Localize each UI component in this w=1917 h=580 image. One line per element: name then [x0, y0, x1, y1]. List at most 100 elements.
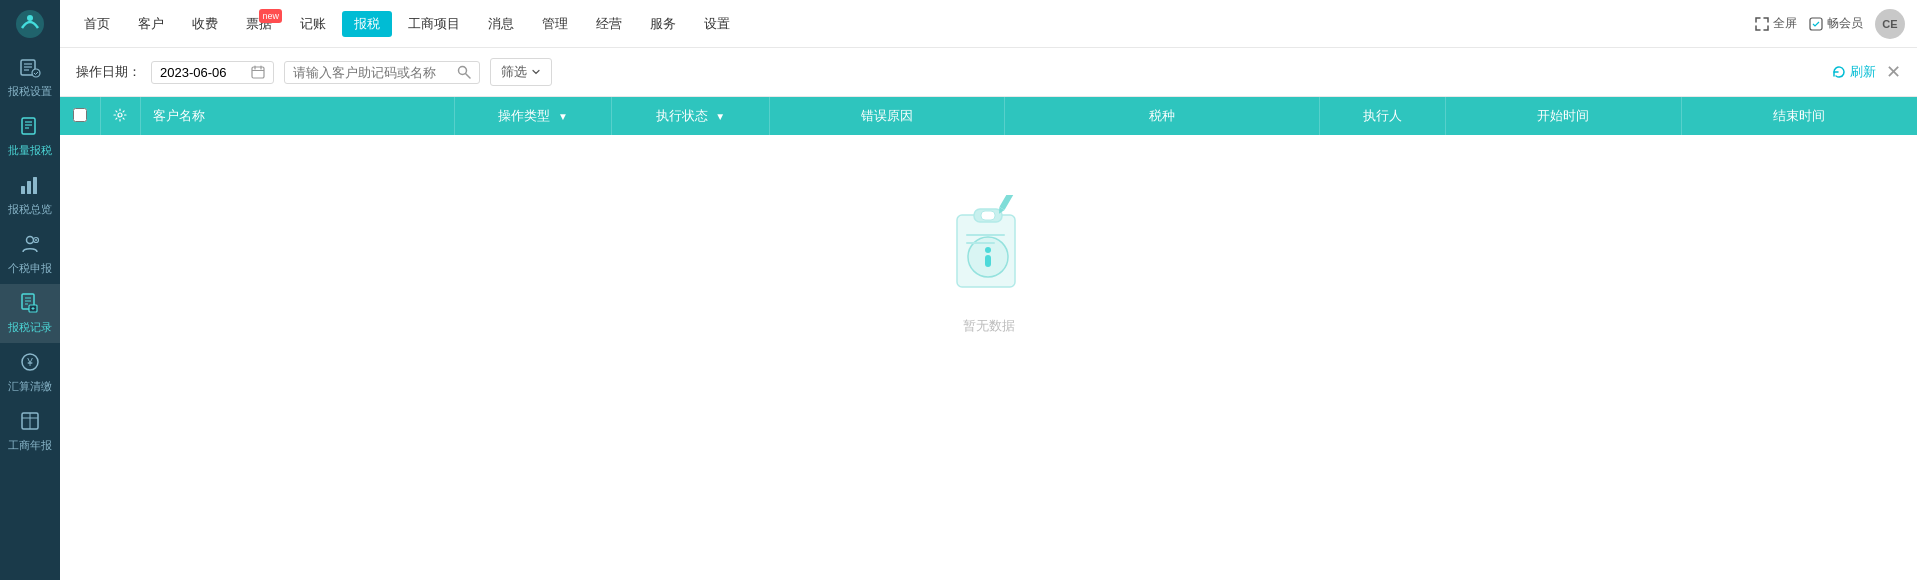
search-input[interactable]: [293, 65, 453, 80]
svg-rect-40: [981, 211, 995, 220]
th-end-time: 结束时间: [1681, 97, 1917, 135]
close-button[interactable]: ✕: [1886, 63, 1901, 81]
th-tax-type: 税种: [1005, 97, 1320, 135]
nav-billing[interactable]: 收费: [180, 11, 230, 37]
th-exec-status[interactable]: 执行状态 ▼: [612, 97, 769, 135]
svg-point-6: [32, 69, 40, 77]
svg-rect-31: [252, 67, 264, 78]
search-box[interactable]: [284, 61, 480, 84]
svg-rect-11: [21, 186, 25, 194]
nav-business[interactable]: 工商项目: [396, 11, 472, 37]
table-body: 暂无数据: [60, 135, 1917, 375]
sidebar-item-tax-records[interactable]: 报税记录: [0, 284, 60, 343]
nav-tax[interactable]: 报税: [342, 11, 392, 37]
tax-records-icon: [19, 292, 41, 317]
svg-line-36: [466, 74, 471, 79]
th-settings: [100, 97, 140, 135]
member-button[interactable]: 畅会员: [1809, 15, 1863, 32]
date-label: 操作日期：: [76, 63, 141, 81]
annual-report-icon: [19, 410, 41, 435]
nav-settings[interactable]: 设置: [692, 11, 742, 37]
th-error-reason: 错误原因: [769, 97, 1005, 135]
sidebar-item-label: 报税设置: [8, 84, 52, 99]
sidebar-item-label: 工商年报: [8, 438, 52, 453]
sidebar-item-label: 汇算清缴: [8, 379, 52, 394]
personal-tax-icon: [19, 233, 41, 258]
empty-cell: 暂无数据: [60, 135, 1917, 375]
svg-rect-30: [1810, 18, 1822, 30]
sidebar-item-label: 个税申报: [8, 261, 52, 276]
toolbar: 操作日期： 筛选: [60, 48, 1917, 97]
tax-summary-icon: [19, 174, 41, 199]
topnav-right: 全屏 畅会员 CE: [1755, 9, 1905, 39]
empty-state: 暂无数据: [60, 135, 1917, 375]
refresh-button[interactable]: 刷新: [1832, 63, 1876, 81]
nav-messages[interactable]: 消息: [476, 11, 526, 37]
sidebar-item-tax-settings[interactable]: 报税设置: [0, 48, 60, 107]
svg-point-37: [118, 113, 122, 117]
sort-status-icon: ▼: [715, 111, 725, 122]
svg-rect-12: [27, 181, 31, 194]
table-container[interactable]: 客户名称 操作类型 ▼ 执行状态 ▼ 错误原因: [60, 97, 1917, 580]
th-checkbox[interactable]: [60, 97, 100, 135]
nav-customers[interactable]: 客户: [126, 11, 176, 37]
sidebar-item-label: 批量报税: [8, 143, 52, 158]
avatar[interactable]: CE: [1875, 9, 1905, 39]
th-operation-type[interactable]: 操作类型 ▼: [455, 97, 612, 135]
nav-home[interactable]: 首页: [72, 11, 122, 37]
th-executor: 执行人: [1319, 97, 1445, 135]
svg-rect-43: [985, 255, 991, 267]
topnav: 首页 客户 收费 票据 new 记账 报税 工商项目 消息: [60, 0, 1917, 48]
calendar-icon: [251, 65, 265, 79]
sidebar: 报税设置 批量报税 报税总览: [0, 0, 60, 580]
sidebar-item-tax-summary[interactable]: 报税总览: [0, 166, 60, 225]
refresh-icon: [1832, 65, 1846, 79]
empty-text: 暂无数据: [963, 317, 1015, 335]
search-icon: [457, 65, 471, 79]
batch-tax-icon: [19, 115, 41, 140]
svg-rect-46: [999, 195, 1015, 210]
date-input-field[interactable]: [160, 65, 245, 80]
sidebar-item-annual-report[interactable]: 工商年报: [0, 402, 60, 461]
fullscreen-icon: [1755, 17, 1769, 31]
nav-operations[interactable]: 经营: [584, 11, 634, 37]
sidebar-item-label: 报税总览: [8, 202, 52, 217]
th-start-time: 开始时间: [1445, 97, 1681, 135]
member-icon: [1809, 17, 1823, 31]
svg-rect-13: [33, 177, 37, 194]
svg-point-0: [16, 10, 44, 38]
empty-svg: [939, 195, 1039, 305]
sidebar-logo: [0, 0, 60, 48]
svg-point-42: [985, 247, 991, 253]
empty-row: 暂无数据: [60, 135, 1917, 375]
data-table: 客户名称 操作类型 ▼ 执行状态 ▼ 错误原因: [60, 97, 1917, 375]
svg-rect-7: [22, 118, 35, 134]
empty-illustration: [939, 195, 1039, 305]
nav-services[interactable]: 服务: [638, 11, 688, 37]
sidebar-item-settlement[interactable]: ¥ 汇算清缴: [0, 343, 60, 402]
th-client-name: 客户名称: [140, 97, 455, 135]
nav-bookkeeping[interactable]: 记账: [288, 11, 338, 37]
main-area: 首页 客户 收费 票据 new 记账 报税 工商项目 消息: [60, 0, 1917, 580]
svg-point-1: [27, 15, 33, 21]
column-settings-icon[interactable]: [113, 108, 127, 122]
select-all-checkbox[interactable]: [73, 108, 87, 122]
filter-button[interactable]: 筛选: [490, 58, 552, 86]
svg-point-14: [27, 237, 34, 244]
tax-settings-icon: [19, 56, 41, 81]
table-header-row: 客户名称 操作类型 ▼ 执行状态 ▼ 错误原因: [60, 97, 1917, 135]
date-picker[interactable]: [151, 61, 274, 84]
content: 操作日期： 筛选: [60, 48, 1917, 580]
settlement-icon: ¥: [19, 351, 41, 376]
nav-invoices[interactable]: 票据 new: [234, 11, 284, 37]
sidebar-item-personal-tax[interactable]: 个税申报: [0, 225, 60, 284]
fullscreen-button[interactable]: 全屏: [1755, 15, 1797, 32]
topnav-items: 首页 客户 收费 票据 new 记账 报税 工商项目 消息: [72, 11, 1755, 37]
sidebar-item-batch-tax[interactable]: 批量报税: [0, 107, 60, 166]
svg-text:¥: ¥: [26, 357, 33, 368]
nav-management[interactable]: 管理: [530, 11, 580, 37]
new-badge: new: [259, 9, 282, 23]
sidebar-item-label: 报税记录: [8, 320, 52, 335]
chevron-down-icon: [531, 67, 541, 77]
sort-operation-icon: ▼: [558, 111, 568, 122]
